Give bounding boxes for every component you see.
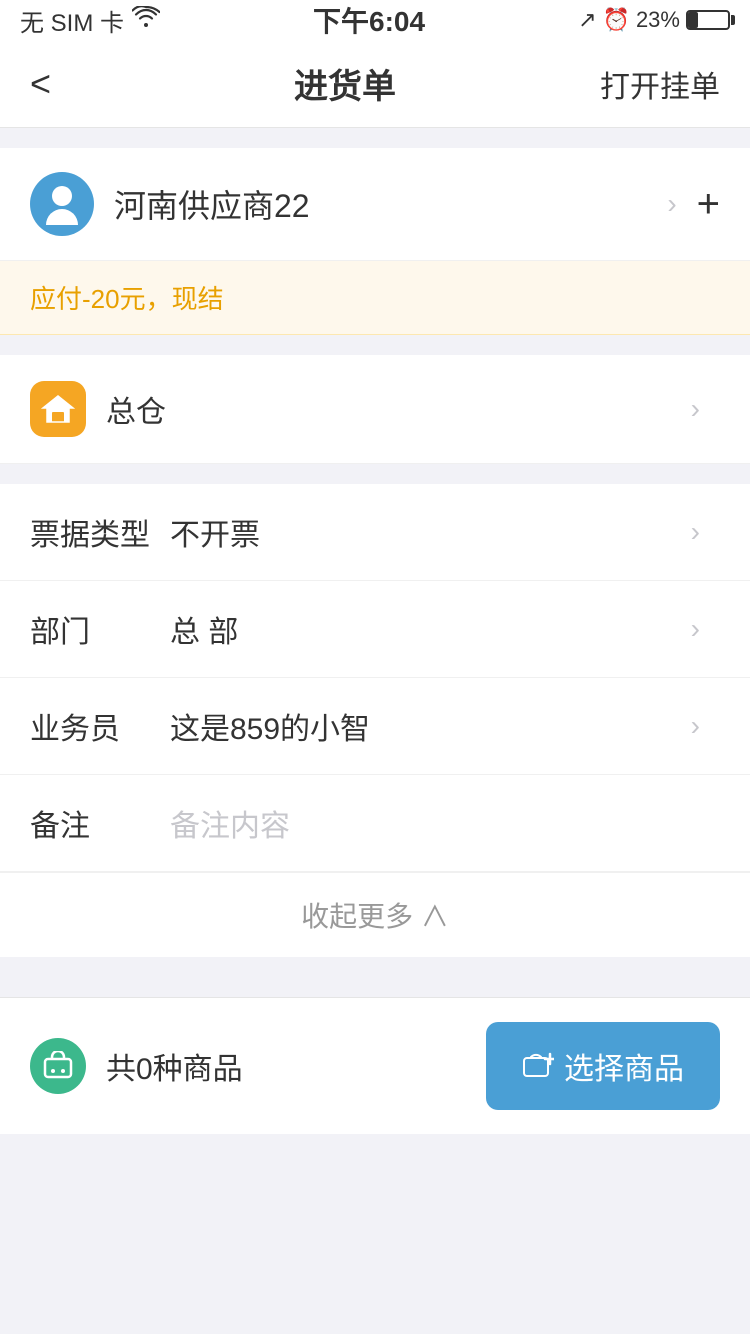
supplier-name: 河南供应商22 <box>114 181 667 227</box>
wifi-icon <box>132 6 160 35</box>
chevron-right-icon: › <box>691 613 700 645</box>
remark-row[interactable]: 备注 备注内容 <box>0 775 750 872</box>
invoice-type-value: 不开票 <box>170 510 691 554</box>
remark-label: 备注 <box>30 801 170 845</box>
avatar-body <box>46 209 78 225</box>
status-bar: 无 SIM 卡 下午6:04 ↗ ⏰ 23% <box>0 0 750 40</box>
chevron-right-icon: › <box>691 516 700 548</box>
notice-text: 应付-20元，现结 <box>30 284 224 314</box>
chevron-right-icon: › <box>691 393 700 425</box>
gap-3 <box>0 464 750 484</box>
battery-percent: 23% <box>636 7 680 33</box>
supplier-row[interactable]: 河南供应商22 › + <box>0 148 750 261</box>
chevron-right-icon: › <box>667 188 676 220</box>
supplier-section: 河南供应商22 › + 应付-20元，现结 <box>0 148 750 335</box>
status-left: 无 SIM 卡 <box>20 3 160 38</box>
gap-4 <box>0 957 750 977</box>
remark-input[interactable]: 备注内容 <box>170 801 720 845</box>
avatar <box>30 172 94 236</box>
salesman-row[interactable]: 业务员 这是859的小智 › <box>0 678 750 775</box>
collapse-button[interactable]: 收起更多 ∧ <box>0 872 750 957</box>
department-value: 总 部 <box>170 607 691 651</box>
invoice-type-label: 票据类型 <box>30 510 170 554</box>
gap-2 <box>0 335 750 355</box>
carrier-label: 无 SIM 卡 <box>20 3 124 38</box>
house-icon <box>41 394 75 424</box>
product-count: 共0种商品 <box>106 1044 486 1088</box>
cart-icon <box>41 1051 75 1081</box>
avatar-head <box>52 186 72 206</box>
department-label: 部门 <box>30 607 170 651</box>
salesman-label: 业务员 <box>30 704 170 748</box>
salesman-value: 这是859的小智 <box>170 704 691 748</box>
page-title: 进货单 <box>294 59 396 108</box>
collapse-label: 收起更多 ∧ <box>301 895 449 935</box>
time-label: 下午6:04 <box>313 0 425 40</box>
bottom-bar: 共0种商品 选择商品 <box>0 997 750 1134</box>
avatar-person <box>44 186 80 222</box>
add-button[interactable]: + <box>697 182 720 227</box>
nav-bar: < 进货单 打开挂单 <box>0 40 750 128</box>
chevron-right-icon: › <box>691 710 700 742</box>
gap-1 <box>0 128 750 148</box>
back-button[interactable]: < <box>30 63 90 105</box>
warehouse-row[interactable]: 总仓 › <box>0 355 750 464</box>
department-row[interactable]: 部门 总 部 › <box>0 581 750 678</box>
warehouse-icon <box>30 381 86 437</box>
battery-icon <box>686 10 730 30</box>
select-product-icon <box>522 1052 554 1080</box>
alarm-icon: ⏰ <box>603 7 630 33</box>
location-icon: ↗ <box>578 7 596 33</box>
warehouse-name: 总仓 <box>106 387 691 431</box>
product-icon <box>30 1038 86 1094</box>
select-product-button[interactable]: 选择商品 <box>486 1022 720 1110</box>
form-section: 票据类型 不开票 › 部门 总 部 › 业务员 这是859的小智 › 备注 备注… <box>0 484 750 957</box>
open-pending-button[interactable]: 打开挂单 <box>600 62 720 106</box>
invoice-type-row[interactable]: 票据类型 不开票 › <box>0 484 750 581</box>
status-right: ↗ ⏰ 23% <box>578 7 730 33</box>
notice-banner: 应付-20元，现结 <box>0 261 750 335</box>
select-product-label: 选择商品 <box>564 1044 684 1088</box>
